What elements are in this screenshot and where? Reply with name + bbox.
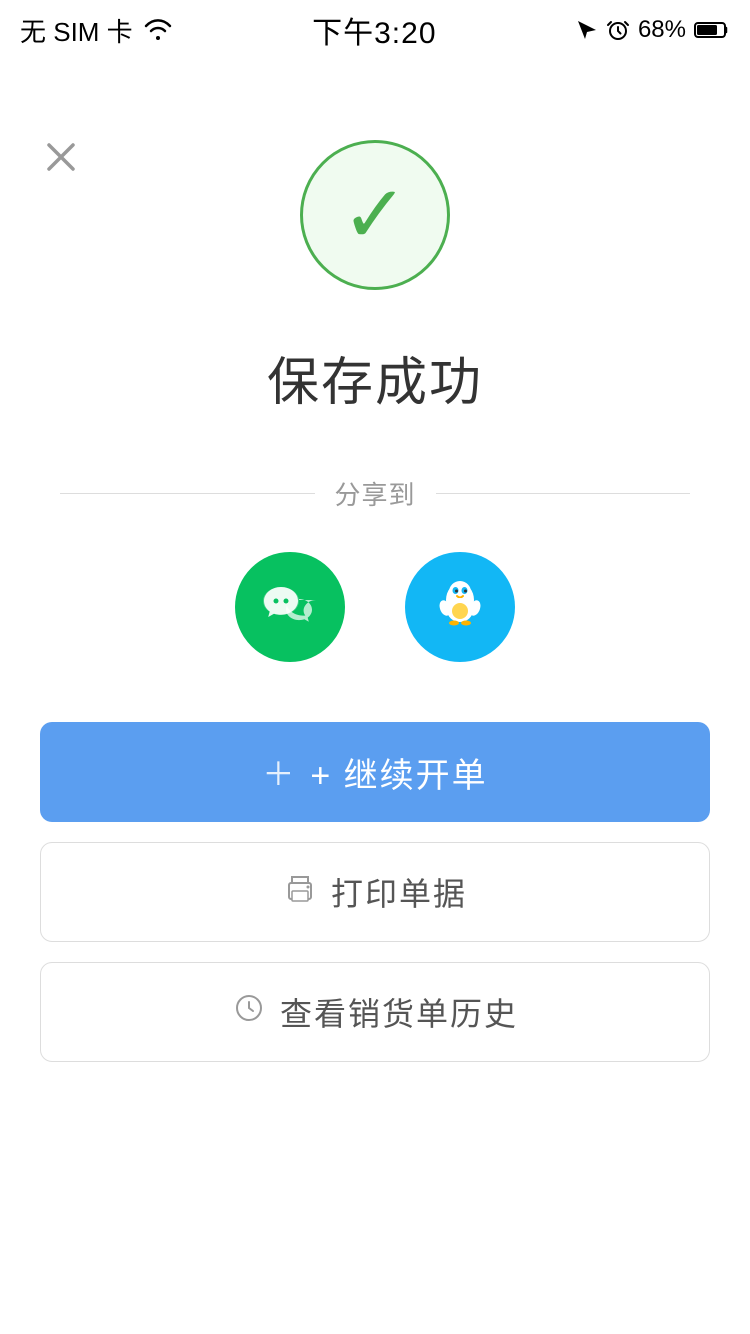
carrier-label: 无 SIM 卡 (20, 12, 133, 49)
battery-percent: 68% (638, 16, 686, 44)
wechat-share-button[interactable] (235, 552, 345, 662)
wechat-logo (257, 579, 323, 635)
share-divider: 分享到 (0, 475, 750, 512)
success-icon-circle: ✓ (300, 140, 450, 290)
alarm-icon (606, 18, 630, 42)
close-button[interactable] (36, 132, 86, 182)
battery-icon (694, 20, 730, 40)
status-right: 68% (576, 16, 730, 44)
main-content: ✓ 保存成功 分享到 (0, 60, 750, 1334)
success-title: 保存成功 (267, 340, 483, 415)
status-left: 无 SIM 卡 (20, 12, 173, 49)
qq-share-button[interactable] (405, 552, 515, 662)
divider-line-right (436, 493, 691, 494)
share-section: 分享到 (0, 475, 750, 662)
print-icon (283, 871, 317, 913)
wifi-icon (143, 18, 173, 42)
action-buttons: ＋ + 继续开单 打印单据 查看销货单历 (0, 722, 750, 1062)
location-icon (576, 19, 598, 41)
plus-icon: ＋ (262, 749, 296, 795)
print-button[interactable]: 打印单据 (40, 842, 710, 942)
share-label: 分享到 (335, 475, 416, 512)
history-icon (232, 991, 266, 1033)
share-icons-row (235, 552, 515, 662)
checkmark-icon: ✓ (341, 175, 408, 255)
history-button[interactable]: 查看销货单历史 (40, 962, 710, 1062)
continue-label: + 继续开单 (310, 748, 487, 797)
divider-line-left (60, 493, 315, 494)
continue-button[interactable]: ＋ + 继续开单 (40, 722, 710, 822)
print-label: 打印单据 (331, 869, 467, 915)
status-time: 下午3:20 (312, 8, 436, 52)
qq-logo (427, 574, 493, 640)
status-bar: 无 SIM 卡 下午3:20 68% (0, 0, 750, 60)
history-label: 查看销货单历史 (280, 989, 518, 1035)
